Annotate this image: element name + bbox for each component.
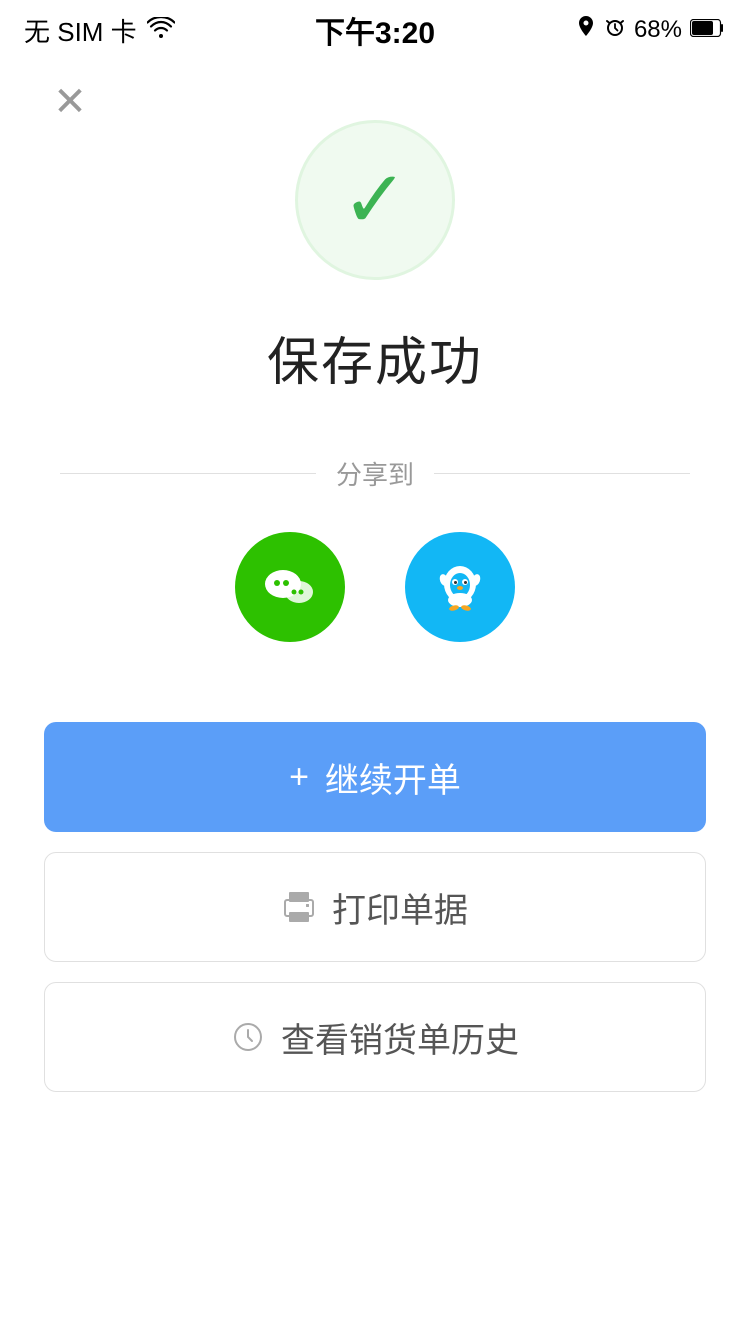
plus-icon: + [289,758,309,797]
print-button[interactable]: 打印单据 [44,852,706,962]
success-title: 保存成功 [267,320,483,395]
clock-icon [231,1020,265,1054]
share-wechat-button[interactable] [235,532,345,642]
history-button[interactable]: 查看销货单历史 [44,982,706,1092]
main-content: ✓ 保存成功 分享到 [0,60,750,1092]
status-bar: 无 SIM 卡 下午3:20 68% [0,0,750,60]
action-buttons: + 继续开单 打印单据 查看销货单历史 [0,722,750,1092]
success-circle: ✓ [295,120,455,280]
battery-percentage: 68% [634,16,682,44]
status-left: 无 SIM 卡 [24,12,175,49]
continue-button[interactable]: + 继续开单 [44,722,706,832]
alarm-icon [604,16,626,45]
status-right: 68% [576,16,726,45]
share-icons [235,532,515,642]
share-divider: 分享到 [0,455,750,492]
share-label: 分享到 [316,455,434,492]
divider-line-right [434,473,690,474]
history-label: 查看销货单历史 [281,1013,519,1062]
close-button[interactable]: ✕ [40,72,100,132]
divider-line-left [60,473,316,474]
wifi-icon [147,15,175,46]
close-icon: ✕ [53,82,87,122]
printer-icon [282,890,316,924]
checkmark-icon: ✓ [341,160,408,240]
print-label: 打印单据 [332,883,468,932]
sim-label: 无 SIM 卡 [24,12,137,49]
location-icon [576,16,596,45]
continue-label: 继续开单 [325,753,461,802]
status-time: 下午3:20 [315,8,435,52]
share-qq-button[interactable] [405,532,515,642]
battery-icon [690,16,726,44]
